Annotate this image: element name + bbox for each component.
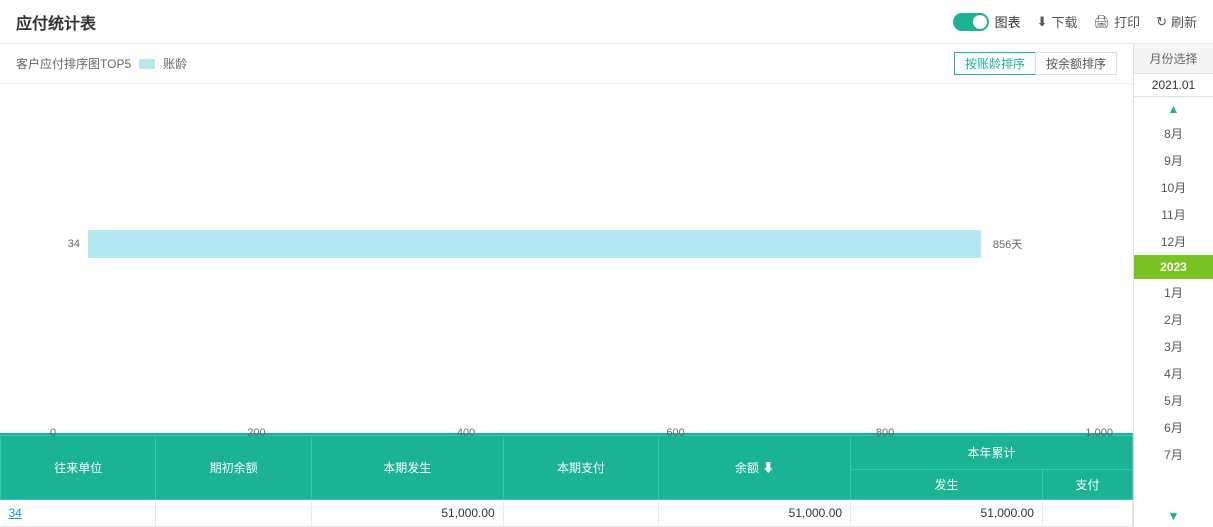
chart-canvas: 34856天 02004006008001,000: [0, 84, 1133, 433]
bar-end-label: 856天: [993, 236, 1022, 252]
print-label: 打印: [1114, 12, 1140, 31]
sidebar-month-item[interactable]: 2月: [1134, 306, 1213, 333]
col-yu-e-header: 余额 ⬇: [659, 436, 851, 500]
x-tick: 200: [247, 427, 265, 439]
sidebar-month-item[interactable]: 12月: [1134, 228, 1213, 255]
legend-color-label: 账龄: [163, 55, 187, 72]
x-tick: 600: [666, 427, 684, 439]
chart-area: 客户应付排序图TOP5 账龄 按账龄排序 按余额排序 34 856天 0 200 40…: [0, 44, 1133, 527]
bar-row: 34 856天: [50, 230, 1113, 258]
app-container: 应付统计表 图表 ⬇ 下载 🖨 打印 ↻ 刷新: [0, 0, 1213, 527]
sidebar-month-item[interactable]: 5月: [1134, 387, 1213, 414]
month-input[interactable]: [1134, 74, 1213, 97]
chart-toggle-group: 图表: [953, 12, 1021, 31]
sidebar-month-item[interactable]: 1月: [1134, 279, 1213, 306]
print-button[interactable]: 🖨 打印: [1094, 12, 1141, 31]
table-cell: [1042, 500, 1132, 527]
print-icon: 🖨: [1094, 14, 1111, 30]
sidebar-month-item[interactable]: 2023: [1134, 255, 1213, 279]
table-area: 往来单位 期初余额 本期发生 本期支付 余额 ⬇ 本年累计 发生: [0, 433, 1133, 527]
download-button[interactable]: ⬇ 下载: [1037, 12, 1078, 31]
data-table: 往来单位 期初余额 本期发生 本期支付 余额 ⬇ 本年累计 发生: [0, 435, 1133, 527]
chart-header: 客户应付排序图TOP5 账龄 按账龄排序 按余额排序: [0, 44, 1133, 84]
table-cell: 51,000.00: [851, 500, 1043, 527]
col-ben-qi-zhi-fu-header: 本期支付: [503, 436, 658, 500]
main-area: 客户应付排序图TOP5 账龄 按账龄排序 按余额排序 34 856天 0 200 40…: [0, 44, 1213, 527]
sidebar-scroll: 8月9月10月11月12月20231月2月3月4月5月6月7月: [1134, 120, 1213, 504]
table-header-row: 往来单位 期初余额 本期发生 本期支付 余额 ⬇ 本年累计: [1, 436, 1133, 470]
col-unit-header: 往来单位: [1, 436, 156, 500]
legend-color-box: [139, 59, 155, 69]
sidebar-month-item[interactable]: 8月: [1134, 120, 1213, 147]
col-qi-chu-header: 期初余额: [156, 436, 311, 500]
page-title: 应付统计表: [16, 10, 96, 34]
x-tick: 1,000: [1085, 427, 1113, 439]
table-cell: 51,000.00: [659, 500, 851, 527]
chart-sort: 按账龄排序 按余额排序: [954, 52, 1117, 75]
col-ben-nian-header: 本年累计: [851, 436, 1133, 470]
col-ben-nian-fa-sheng-header: 发生: [851, 470, 1043, 500]
sidebar-month-item[interactable]: 6月: [1134, 414, 1213, 441]
header: 应付统计表 图表 ⬇ 下载 🖨 打印 ↻ 刷新: [0, 0, 1213, 44]
x-tick: 400: [457, 427, 475, 439]
bar-area: 34 856天: [50, 94, 1113, 423]
table-cell: 51,000.00: [311, 500, 503, 527]
refresh-icon: ↻: [1156, 14, 1167, 30]
table-cell: [503, 500, 658, 527]
table-cell: [156, 500, 311, 527]
sidebar-month-item[interactable]: 7月: [1134, 441, 1213, 468]
col-ben-nian-zhi-fu-header: 支付: [1042, 470, 1132, 500]
sidebar-month-item[interactable]: 3月: [1134, 333, 1213, 360]
header-actions: 图表 ⬇ 下载 🖨 打印 ↻ 刷新: [953, 12, 1197, 31]
chart-toggle[interactable]: [953, 13, 989, 31]
download-icon: ⬇: [1037, 14, 1048, 30]
refresh-button[interactable]: ↻ 刷新: [1156, 12, 1197, 31]
sidebar-month-item[interactable]: 9月: [1134, 147, 1213, 174]
download-label: 下载: [1052, 12, 1078, 31]
chart-legend: 客户应付排序图TOP5 账龄: [16, 55, 187, 72]
chart-toggle-label: 图表: [995, 12, 1021, 31]
chevron-up-icon: [1168, 101, 1180, 116]
x-axis: 0 200 400 600 800 1,000: [50, 423, 1113, 439]
sidebar-month-item[interactable]: 4月: [1134, 360, 1213, 387]
sidebar-month-item[interactable]: 10月: [1134, 174, 1213, 201]
table-cell[interactable]: 34: [1, 500, 156, 527]
legend-title: 客户应付排序图TOP5: [16, 55, 131, 72]
bar-fill: [88, 230, 981, 258]
refresh-label: 刷新: [1171, 12, 1197, 31]
sidebar-month-item[interactable]: 11月: [1134, 201, 1213, 228]
sidebar-up-button[interactable]: [1134, 97, 1213, 120]
sidebar: 月份选择 8月9月10月11月12月20231月2月3月4月5月6月7月: [1133, 44, 1213, 527]
sort-by-age-button[interactable]: 按账龄排序: [954, 52, 1035, 75]
sort-by-balance-button[interactable]: 按余额排序: [1035, 52, 1117, 75]
col-ben-qi-fa-sheng-header: 本期发生: [311, 436, 503, 500]
chevron-down-icon: [1168, 508, 1180, 523]
x-tick: 0: [50, 427, 56, 439]
bar-y-label: 34: [50, 238, 80, 250]
x-tick: 800: [876, 427, 894, 439]
sidebar-header: 月份选择: [1134, 44, 1213, 74]
table-row: 3451,000.0051,000.0051,000.00: [1, 500, 1133, 527]
sidebar-down-button[interactable]: [1134, 504, 1213, 527]
